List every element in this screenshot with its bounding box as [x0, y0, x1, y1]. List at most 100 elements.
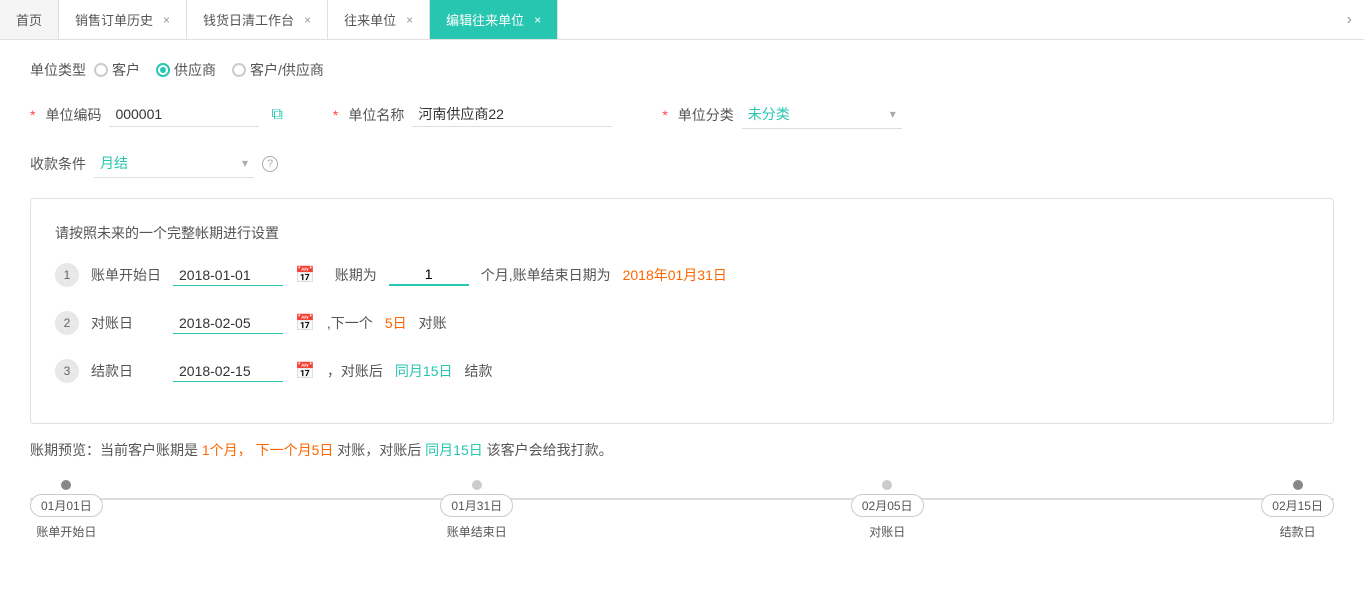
tab-home-label: 首页: [16, 10, 42, 29]
preview-payment: 同月15日: [425, 442, 483, 458]
unit-name-input[interactable]: [412, 102, 612, 127]
unit-code-input[interactable]: [109, 102, 259, 127]
settings-panel: 请按照未来的一个完整帐期进行设置 1 账单开始日 📅 账期为 个月,账单结束日期…: [30, 198, 1334, 424]
preview-label: 账期预览：当前客户账期是: [30, 442, 198, 458]
radio-customer-supplier[interactable]: 客户/供应商: [232, 60, 324, 80]
panel-title: 请按照未来的一个完整帐期进行设置: [55, 223, 1309, 243]
tl-dot-payment: [1293, 480, 1303, 490]
payment-terms-select[interactable]: 月结 ▾: [94, 149, 254, 178]
period-input[interactable]: [389, 264, 469, 286]
reconcile-date-calendar-icon[interactable]: 📅: [295, 313, 315, 333]
tab-edit-partner-label: 编辑往来单位: [446, 10, 524, 29]
unit-type-field: 单位类型 客户 供应商 客户/供应商: [30, 60, 324, 80]
tl-badge-start: 01月01日: [30, 494, 103, 517]
radio-customer[interactable]: 客户: [94, 60, 140, 80]
payment-desc-before: ，对账后: [327, 361, 383, 381]
preview-period: 1个月，: [202, 442, 252, 458]
tab-edit-partner[interactable]: 编辑往来单位 ×: [430, 0, 558, 39]
unit-name-required: *: [333, 107, 338, 123]
unit-type-row: 单位类型 客户 供应商 客户/供应商: [30, 60, 1334, 80]
tl-dot-end: [472, 480, 482, 490]
timeline: 01月01日 账单开始日 01月31日 账单结束日 02月05日 对账日 02月…: [30, 480, 1334, 540]
tl-label-end: 账单结束日: [447, 523, 507, 540]
unit-code-required: *: [30, 107, 35, 123]
period-before-label: 账期为: [327, 265, 377, 285]
tab-more-button[interactable]: ›: [1335, 11, 1364, 29]
tab-partner-unit[interactable]: 往来单位 ×: [328, 0, 430, 39]
tab-cash-work[interactable]: 钱货日清工作台 ×: [187, 0, 328, 39]
tl-badge-end: 01月31日: [440, 494, 513, 517]
payment-terms-arrow: ▾: [242, 156, 248, 170]
row-label-1: 账单开始日: [91, 265, 161, 285]
settings-row-2: 2 对账日 📅 ,下一个 5日 对账: [55, 311, 1309, 335]
payment-terms-value: 月结: [100, 153, 236, 173]
start-date-calendar-icon[interactable]: 📅: [295, 265, 315, 285]
timeline-point-end: 01月31日 账单结束日: [440, 480, 513, 540]
tl-dot-reconcile: [882, 480, 892, 490]
row-label-2: 对账日: [91, 313, 161, 333]
tab-partner-unit-close[interactable]: ×: [406, 13, 413, 27]
unit-category-field: * 单位分类 未分类 ▾: [662, 100, 901, 129]
timeline-point-reconcile: 02月05日 对账日: [851, 480, 924, 540]
tab-sales-history-label: 销售订单历史: [75, 10, 153, 29]
tl-label-payment: 结款日: [1280, 523, 1316, 540]
period-unit-label: 个月,账单结束日期为: [481, 265, 611, 285]
preview-middle: 对账，对账后: [337, 442, 421, 458]
tl-badge-reconcile: 02月05日: [851, 494, 924, 517]
tab-cash-work-close[interactable]: ×: [304, 13, 311, 27]
copy-icon[interactable]: ⧉: [271, 106, 282, 124]
tab-home[interactable]: 首页: [0, 0, 59, 39]
tab-cash-work-label: 钱货日清工作台: [203, 10, 294, 29]
radio-supplier[interactable]: 供应商: [156, 60, 216, 80]
row-num-1: 1: [55, 263, 79, 287]
radio-supplier-circle: [156, 63, 170, 77]
row-label-3: 结款日: [91, 361, 161, 381]
radio-customer-supplier-circle: [232, 63, 246, 77]
payment-desc-after: 结款: [465, 361, 493, 381]
timeline-point-start: 01月01日 账单开始日: [30, 480, 103, 540]
tab-bar: 首页 销售订单历史 × 钱货日清工作台 × 往来单位 × 编辑往来单位 × ›: [0, 0, 1364, 40]
tl-badge-payment: 02月15日: [1261, 494, 1334, 517]
unit-category-required: *: [662, 107, 667, 123]
payment-date-input[interactable]: [173, 361, 283, 382]
tab-edit-partner-close[interactable]: ×: [534, 13, 541, 27]
payment-date-calendar-icon[interactable]: 📅: [295, 361, 315, 381]
unit-type-label: 单位类型: [30, 60, 86, 80]
reconcile-desc-before: ,下一个: [327, 313, 373, 333]
tl-label-start: 账单开始日: [36, 523, 96, 540]
payment-row: 收款条件 月结 ▾ ?: [30, 149, 1334, 178]
unit-category-label: 单位分类: [678, 105, 734, 125]
reconcile-desc-after: 对账: [419, 313, 447, 333]
main-content: 单位类型 客户 供应商 客户/供应商 * 单位编码: [0, 40, 1364, 608]
radio-customer-circle: [94, 63, 108, 77]
period-end-date: 2018年01月31日: [623, 265, 727, 285]
payment-terms-field: 收款条件 月结 ▾ ?: [30, 149, 278, 178]
tl-label-reconcile: 对账日: [869, 523, 905, 540]
preview-text: 账期预览：当前客户账期是 1个月， 下一个月5日 对账，对账后 同月15日 该客…: [30, 440, 1334, 460]
tl-dot-start: [61, 480, 71, 490]
unit-name-label: 单位名称: [348, 105, 404, 125]
unit-info-row: * 单位编码 ⧉ * 单位名称 * 单位分类 未分类 ▾: [30, 100, 1334, 129]
unit-code-field: * 单位编码 ⧉: [30, 102, 283, 127]
help-icon[interactable]: ?: [262, 156, 278, 172]
settings-row-3: 3 结款日 📅 ，对账后 同月15日 结款: [55, 359, 1309, 383]
row-num-2: 2: [55, 311, 79, 335]
tab-sales-history-close[interactable]: ×: [163, 13, 170, 27]
reconcile-day-highlight: 5日: [385, 313, 407, 333]
timeline-points: 01月01日 账单开始日 01月31日 账单结束日 02月05日 对账日 02月…: [30, 480, 1334, 540]
start-date-input[interactable]: [173, 265, 283, 286]
tab-partner-unit-label: 往来单位: [344, 10, 396, 29]
unit-category-arrow: ▾: [890, 107, 896, 121]
reconcile-date-input[interactable]: [173, 313, 283, 334]
payment-terms-label: 收款条件: [30, 154, 86, 174]
unit-code-label: 单位编码: [45, 105, 101, 125]
unit-category-value: 未分类: [748, 104, 884, 124]
unit-type-radio-group: 客户 供应商 客户/供应商: [94, 60, 324, 80]
radio-supplier-label: 供应商: [174, 60, 216, 80]
timeline-point-payment: 02月15日 结款日: [1261, 480, 1334, 540]
payment-day-highlight: 同月15日: [395, 361, 453, 381]
preview-reconcile: 下一个月5日: [256, 442, 334, 458]
unit-category-select[interactable]: 未分类 ▾: [742, 100, 902, 129]
tab-sales-history[interactable]: 销售订单历史 ×: [59, 0, 187, 39]
radio-customer-supplier-label: 客户/供应商: [250, 60, 324, 80]
